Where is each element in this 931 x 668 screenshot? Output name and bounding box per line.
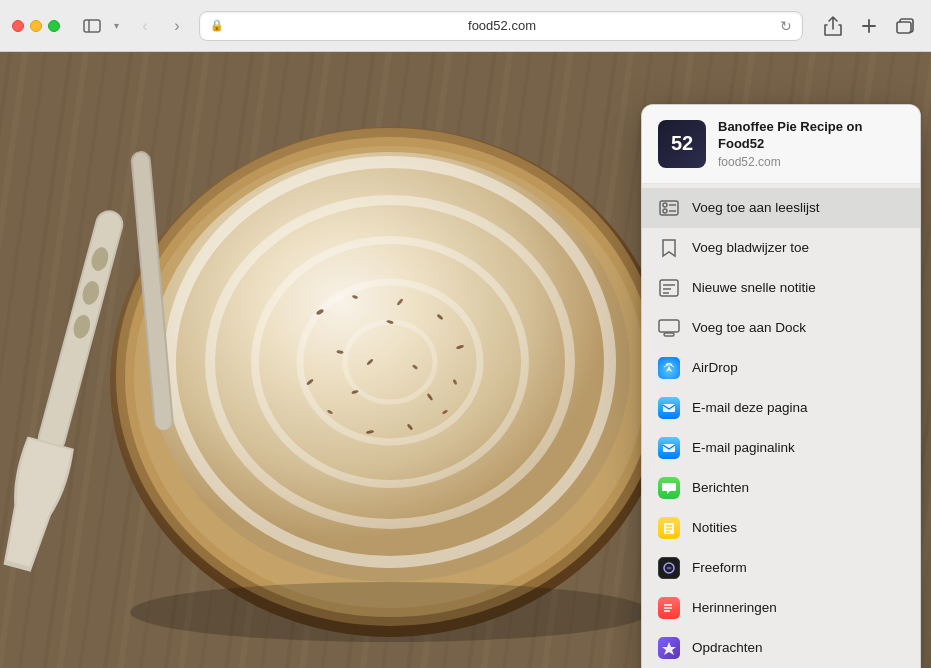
menu-item-email-page[interactable]: E-mail deze pagina <box>642 388 920 428</box>
quick-note-label: Nieuwe snelle notitie <box>692 280 816 295</box>
svg-rect-56 <box>663 404 675 412</box>
svg-point-47 <box>663 209 667 213</box>
shortcuts-label: Opdrachten <box>692 640 763 655</box>
reload-button[interactable]: ↻ <box>780 18 792 34</box>
dock-icon <box>658 317 680 339</box>
site-icon: 52 <box>658 120 706 168</box>
quick-note-icon <box>658 277 680 299</box>
svg-point-44 <box>130 582 650 642</box>
svg-point-67 <box>664 607 666 609</box>
menu-item-bookmark[interactable]: Voeg bladwijzer toe <box>642 228 920 268</box>
sidebar-toggle-button[interactable] <box>80 17 104 35</box>
nav-buttons: ‹ › <box>131 12 191 40</box>
email-page-label: E-mail deze pagina <box>692 400 808 415</box>
airdrop-icon <box>658 357 680 379</box>
minimize-button[interactable] <box>30 20 42 32</box>
address-bar[interactable]: 🔒 food52.com ↻ <box>199 11 803 41</box>
svg-rect-0 <box>84 20 100 32</box>
menu-item-shortcuts[interactable]: Opdrachten <box>642 628 920 668</box>
sidebar-chevron-icon[interactable]: ▾ <box>114 20 119 31</box>
url-text: food52.com <box>230 18 774 33</box>
menu-item-quick-note[interactable]: Nieuwe snelle notitie <box>642 268 920 308</box>
notes-icon <box>658 517 680 539</box>
tabs-button[interactable] <box>891 12 919 40</box>
shortcuts-icon <box>658 637 680 659</box>
svg-rect-57 <box>663 444 675 452</box>
site-info: Banoffee Pie Recipe on Food52 food52.com <box>718 119 904 169</box>
popup-header: 52 Banoffee Pie Recipe on Food52 food52.… <box>642 105 920 184</box>
main-content: 52 Banoffee Pie Recipe on Food52 food52.… <box>0 52 931 668</box>
forward-button[interactable]: › <box>163 12 191 40</box>
site-icon-text: 52 <box>671 132 693 155</box>
menu-item-freeform[interactable]: Freeform <box>642 548 920 588</box>
traffic-lights <box>12 20 60 32</box>
bookmark-icon <box>658 237 680 259</box>
menu-item-email-link[interactable]: E-mail paginalink <box>642 428 920 468</box>
menu-item-notes[interactable]: Notities <box>642 508 920 548</box>
bookmark-label: Voeg bladwijzer toe <box>692 240 809 255</box>
reminders-label: Herinneringen <box>692 600 777 615</box>
svg-rect-4 <box>897 22 911 33</box>
menu-list: Voeg toe aan leeslijst Voeg bladwijzer t… <box>642 184 920 668</box>
svg-rect-45 <box>660 201 678 215</box>
site-url: food52.com <box>718 155 904 169</box>
new-tab-button[interactable] <box>855 12 883 40</box>
email-page-icon <box>658 397 680 419</box>
back-button[interactable]: ‹ <box>131 12 159 40</box>
menu-item-reminders[interactable]: Herinneringen <box>642 588 920 628</box>
site-title: Banoffee Pie Recipe on Food52 <box>718 119 904 153</box>
messages-label: Berichten <box>692 480 749 495</box>
airdrop-label: AirDrop <box>692 360 738 375</box>
svg-point-66 <box>664 604 666 606</box>
site-title-text: Banoffee Pie Recipe on Food52 <box>718 119 862 151</box>
menu-item-dock[interactable]: Voeg toe aan Dock <box>642 308 920 348</box>
toolbar-right <box>819 12 919 40</box>
svg-rect-55 <box>664 333 674 336</box>
freeform-icon <box>658 557 680 579</box>
reading-list-icon <box>658 197 680 219</box>
email-link-icon <box>658 437 680 459</box>
menu-item-messages[interactable]: Berichten <box>642 468 920 508</box>
share-button[interactable] <box>819 12 847 40</box>
svg-point-68 <box>664 610 666 612</box>
freeform-label: Freeform <box>692 560 747 575</box>
messages-icon <box>658 477 680 499</box>
maximize-button[interactable] <box>48 20 60 32</box>
share-popup: 52 Banoffee Pie Recipe on Food52 food52.… <box>641 104 921 668</box>
email-link-label: E-mail paginalink <box>692 440 795 455</box>
reading-list-label: Voeg toe aan leeslijst <box>692 200 820 215</box>
menu-item-reading-list[interactable]: Voeg toe aan leeslijst <box>642 188 920 228</box>
notes-label: Notities <box>692 520 737 535</box>
reminders-icon <box>658 597 680 619</box>
svg-point-46 <box>663 203 667 207</box>
lock-icon: 🔒 <box>210 19 224 32</box>
menu-item-airdrop[interactable]: AirDrop <box>642 348 920 388</box>
close-button[interactable] <box>12 20 24 32</box>
svg-point-14 <box>150 152 630 582</box>
browser-toolbar: ▾ ‹ › 🔒 food52.com ↻ <box>0 0 931 52</box>
svg-rect-54 <box>659 320 679 332</box>
dock-label: Voeg toe aan Dock <box>692 320 806 335</box>
